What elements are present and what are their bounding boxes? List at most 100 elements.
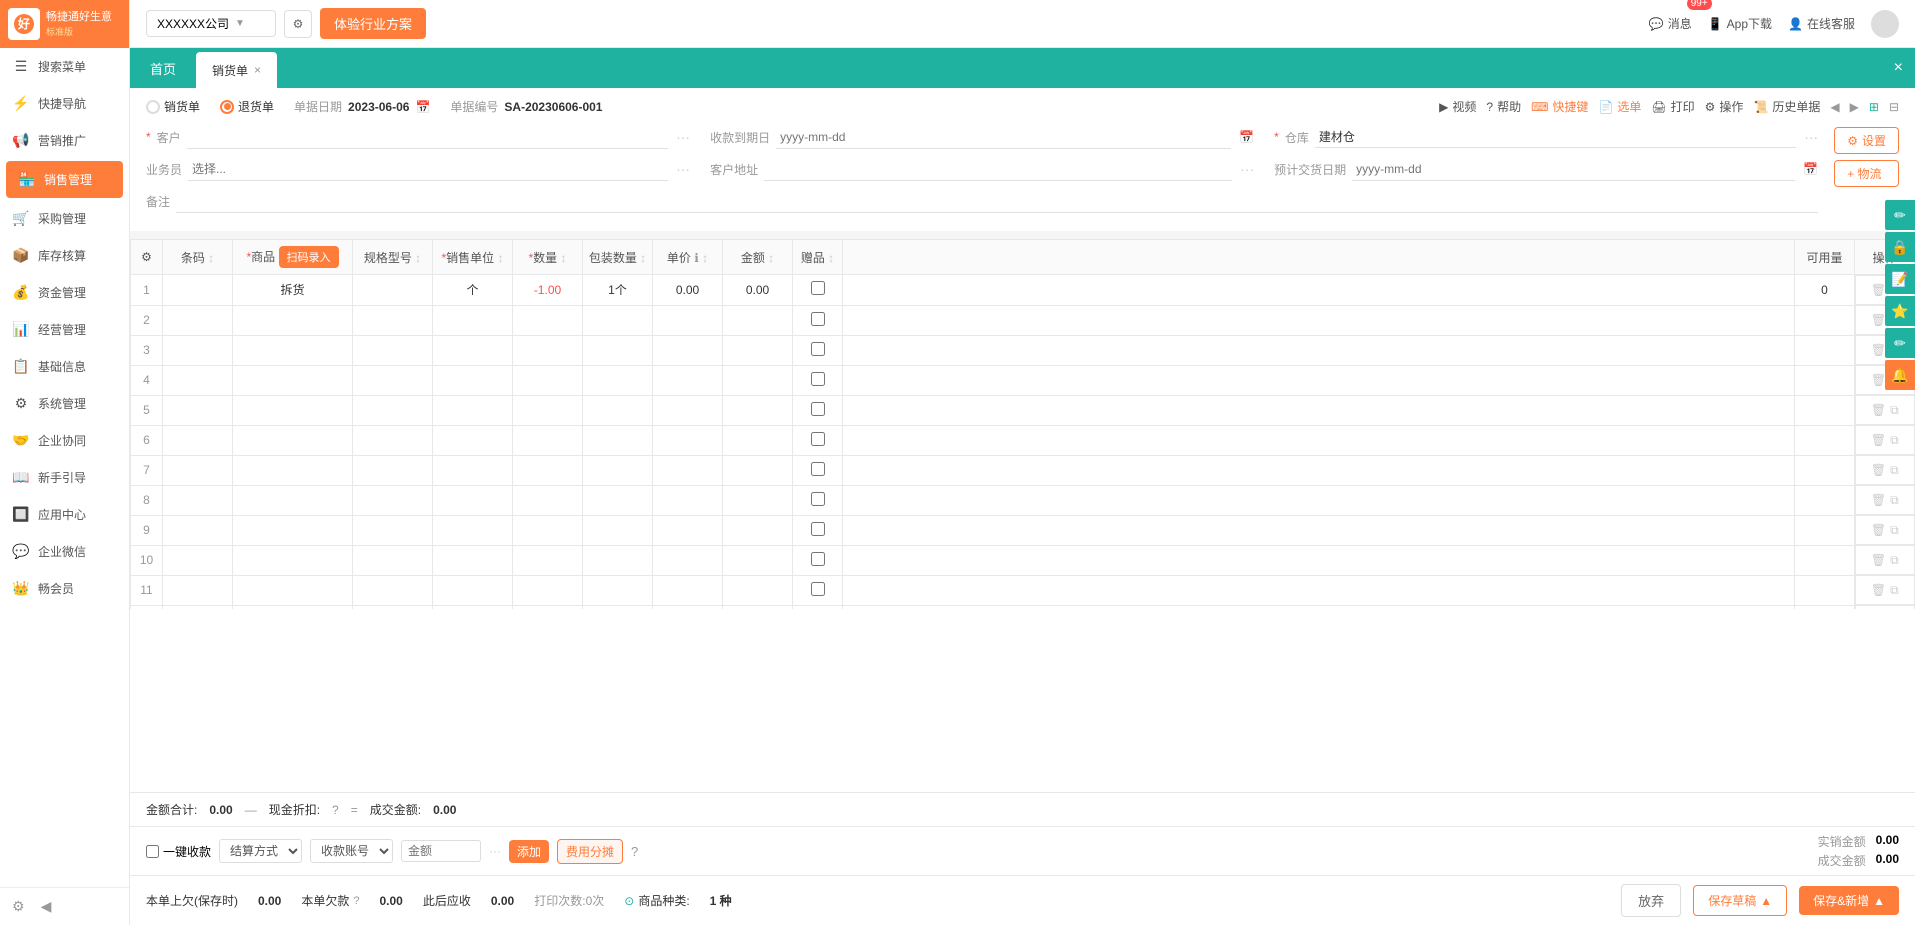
copy-icon-6[interactable]: ⧉ (1890, 433, 1899, 448)
sidebar-item-search[interactable]: ☰ 搜索菜单 (0, 48, 129, 85)
logistics-button[interactable]: + 物流 (1834, 160, 1899, 187)
radio-return-order[interactable]: 退货单 (220, 98, 274, 115)
account-select[interactable]: 收款账号 (310, 839, 393, 863)
sidebar-item-purchase[interactable]: 🛒 采购管理 (0, 200, 129, 237)
sidebar-item-operations[interactable]: 📊 经营管理 (0, 311, 129, 348)
col-settings[interactable]: ⚙ (131, 240, 163, 275)
sidebar-item-system[interactable]: ⚙ 系统管理 (0, 385, 129, 422)
sidebar-item-basics[interactable]: 📋 基础信息 (0, 348, 129, 385)
print-btn[interactable]: 🖨 打印 (1651, 98, 1694, 115)
one-click-payment-checkbox[interactable]: 一键收款 (146, 843, 211, 860)
sidebar-item-sales[interactable]: 🏪 销售管理 (6, 161, 123, 198)
tab-sale-order[interactable]: 销货单 × (196, 52, 277, 88)
delete-icon-3[interactable]: 🗑 (1871, 343, 1886, 357)
warehouse-more-icon[interactable]: ··· (1804, 129, 1818, 145)
help-btn[interactable]: ? 帮助 (1486, 98, 1521, 115)
save-new-button[interactable]: 保存&新增 ▲ (1799, 886, 1899, 915)
salesperson-input[interactable] (188, 157, 668, 181)
online-service-action[interactable]: 👤 在线客服 (1788, 15, 1855, 32)
scan-button[interactable]: 扫码录入 (279, 246, 339, 268)
delete-icon-1[interactable]: 🗑 (1871, 283, 1886, 297)
video-btn[interactable]: ▶ 视频 (1439, 98, 1476, 115)
row-1-gift[interactable] (793, 275, 843, 306)
sidebar-item-finance[interactable]: 💰 资金管理 (0, 274, 129, 311)
fee-help-icon[interactable]: ? (631, 844, 638, 859)
expected-date-input[interactable] (1352, 157, 1795, 181)
grid-view-icon[interactable]: ⊞ (1869, 100, 1879, 114)
tab-home[interactable]: 首页 (130, 48, 196, 88)
abandon-button[interactable]: 放弃 (1621, 884, 1681, 917)
product-types-value: 1 种 (710, 892, 732, 909)
shortcut-btn[interactable]: ⌨ 快捷键 (1531, 98, 1588, 115)
customer-more-icon[interactable]: ··· (676, 129, 690, 145)
float-item-6[interactable]: 🔔 (1885, 360, 1915, 390)
radio-sale-order[interactable]: 销货单 (146, 98, 200, 115)
tab-close-icon[interactable]: × (254, 63, 261, 77)
sidebar-item-member[interactable]: 👑 畅会员 (0, 570, 129, 607)
amount-input[interactable] (401, 840, 481, 862)
delete-icon-11[interactable]: 🗑 (1871, 583, 1886, 597)
delete-icon-4[interactable]: 🗑 (1871, 373, 1886, 387)
copy-icon-10[interactable]: ⧉ (1890, 553, 1899, 568)
customer-input[interactable] (187, 125, 668, 149)
customer-addr-more-icon[interactable]: ··· (1240, 161, 1254, 177)
fee-split-button[interactable]: 费用分摊 (557, 839, 623, 864)
float-item-3[interactable]: 📝 (1885, 264, 1915, 294)
nav-prev-icon[interactable]: ◀ (1830, 100, 1839, 114)
tab-bar-close-icon[interactable]: × (1894, 59, 1903, 77)
sidebar-item-inventory[interactable]: 📦 库存核算 (0, 237, 129, 274)
sidebar-item-enterprise[interactable]: 🤝 企业协同 (0, 422, 129, 459)
notes-input[interactable] (176, 189, 1818, 213)
delete-icon-6[interactable]: 🗑 (1871, 433, 1886, 447)
expected-date-calendar-icon[interactable]: 📅 (1803, 162, 1818, 176)
app-download-action[interactable]: 📱 App下载 (1708, 15, 1772, 32)
sidebar-item-guide[interactable]: 📖 新手引导 (0, 459, 129, 496)
history-btn[interactable]: 📜 历史单据 (1753, 98, 1820, 115)
copy-icon-5[interactable]: ⧉ (1890, 403, 1899, 418)
collapse-icon[interactable]: ◀ (41, 898, 52, 915)
transaction-amount-value: 0.00 (1876, 852, 1899, 869)
discount-help-icon[interactable]: ? (332, 803, 339, 817)
salesperson-more-icon[interactable]: ··· (676, 161, 690, 177)
sidebar-item-app-center[interactable]: 🔲 应用中心 (0, 496, 129, 533)
choose-btn[interactable]: 📄 选单 (1598, 98, 1641, 115)
message-action[interactable]: 💬 消息 99+ (1649, 15, 1692, 32)
company-selector[interactable]: XXXXXX公司 ▼ (146, 10, 276, 37)
copy-icon-7[interactable]: ⧉ (1890, 463, 1899, 478)
amount-more-icon[interactable]: ··· (489, 844, 501, 858)
float-item-2[interactable]: 🔒 (1885, 232, 1915, 262)
table-scroll[interactable]: ⚙ 条码 ↕ *商品 扫码录入 规格型号 ↕ *销售单位 ↕ *数量 (130, 239, 1915, 609)
copy-icon-9[interactable]: ⧉ (1890, 523, 1899, 538)
nav-next-icon[interactable]: ▶ (1850, 100, 1859, 114)
gear-button[interactable]: ⚙ (284, 10, 312, 38)
trial-button[interactable]: 体验行业方案 (320, 8, 426, 39)
save-draft-button[interactable]: 保存草稿 ▲ (1693, 885, 1787, 916)
action-btn[interactable]: ⚙ 操作 (1705, 98, 1744, 115)
settlement-method-select[interactable]: 结算方式 (219, 839, 302, 863)
sidebar-item-quick-nav[interactable]: ⚡ 快捷导航 (0, 85, 129, 122)
delete-icon-9[interactable]: 🗑 (1871, 523, 1886, 537)
user-avatar[interactable] (1871, 10, 1899, 38)
float-item-4[interactable]: ⭐ (1885, 296, 1915, 326)
total-due-help-icon[interactable]: ? (353, 895, 359, 907)
copy-icon-11[interactable]: ⧉ (1890, 583, 1899, 598)
delete-icon-8[interactable]: 🗑 (1871, 493, 1886, 507)
delete-icon-5[interactable]: 🗑 (1871, 403, 1886, 417)
copy-icon-8[interactable]: ⧉ (1890, 493, 1899, 508)
settings-bottom-icon[interactable]: ⚙ (12, 898, 25, 915)
payment-due-input[interactable] (776, 125, 1231, 149)
add-payment-button[interactable]: 添加 (509, 840, 549, 863)
one-click-payment-input[interactable] (146, 845, 159, 858)
float-item-5[interactable]: ✏ (1885, 328, 1915, 358)
sidebar-item-marketing[interactable]: 📢 营销推广 (0, 122, 129, 159)
float-item-1[interactable]: ✏ (1885, 200, 1915, 230)
delete-icon-7[interactable]: 🗑 (1871, 463, 1886, 477)
sidebar-item-wechat[interactable]: 💬 企业微信 (0, 533, 129, 570)
settings-button[interactable]: ⚙ 放弃 设置 (1834, 127, 1899, 154)
delete-icon-2[interactable]: 🗑 (1871, 313, 1886, 327)
delete-icon-10[interactable]: 🗑 (1871, 553, 1886, 567)
customer-addr-input[interactable] (764, 157, 1232, 181)
calendar-icon[interactable]: 📅 (415, 100, 430, 114)
list-view-icon[interactable]: ⊟ (1889, 100, 1899, 114)
payment-due-calendar-icon[interactable]: 📅 (1239, 130, 1254, 144)
